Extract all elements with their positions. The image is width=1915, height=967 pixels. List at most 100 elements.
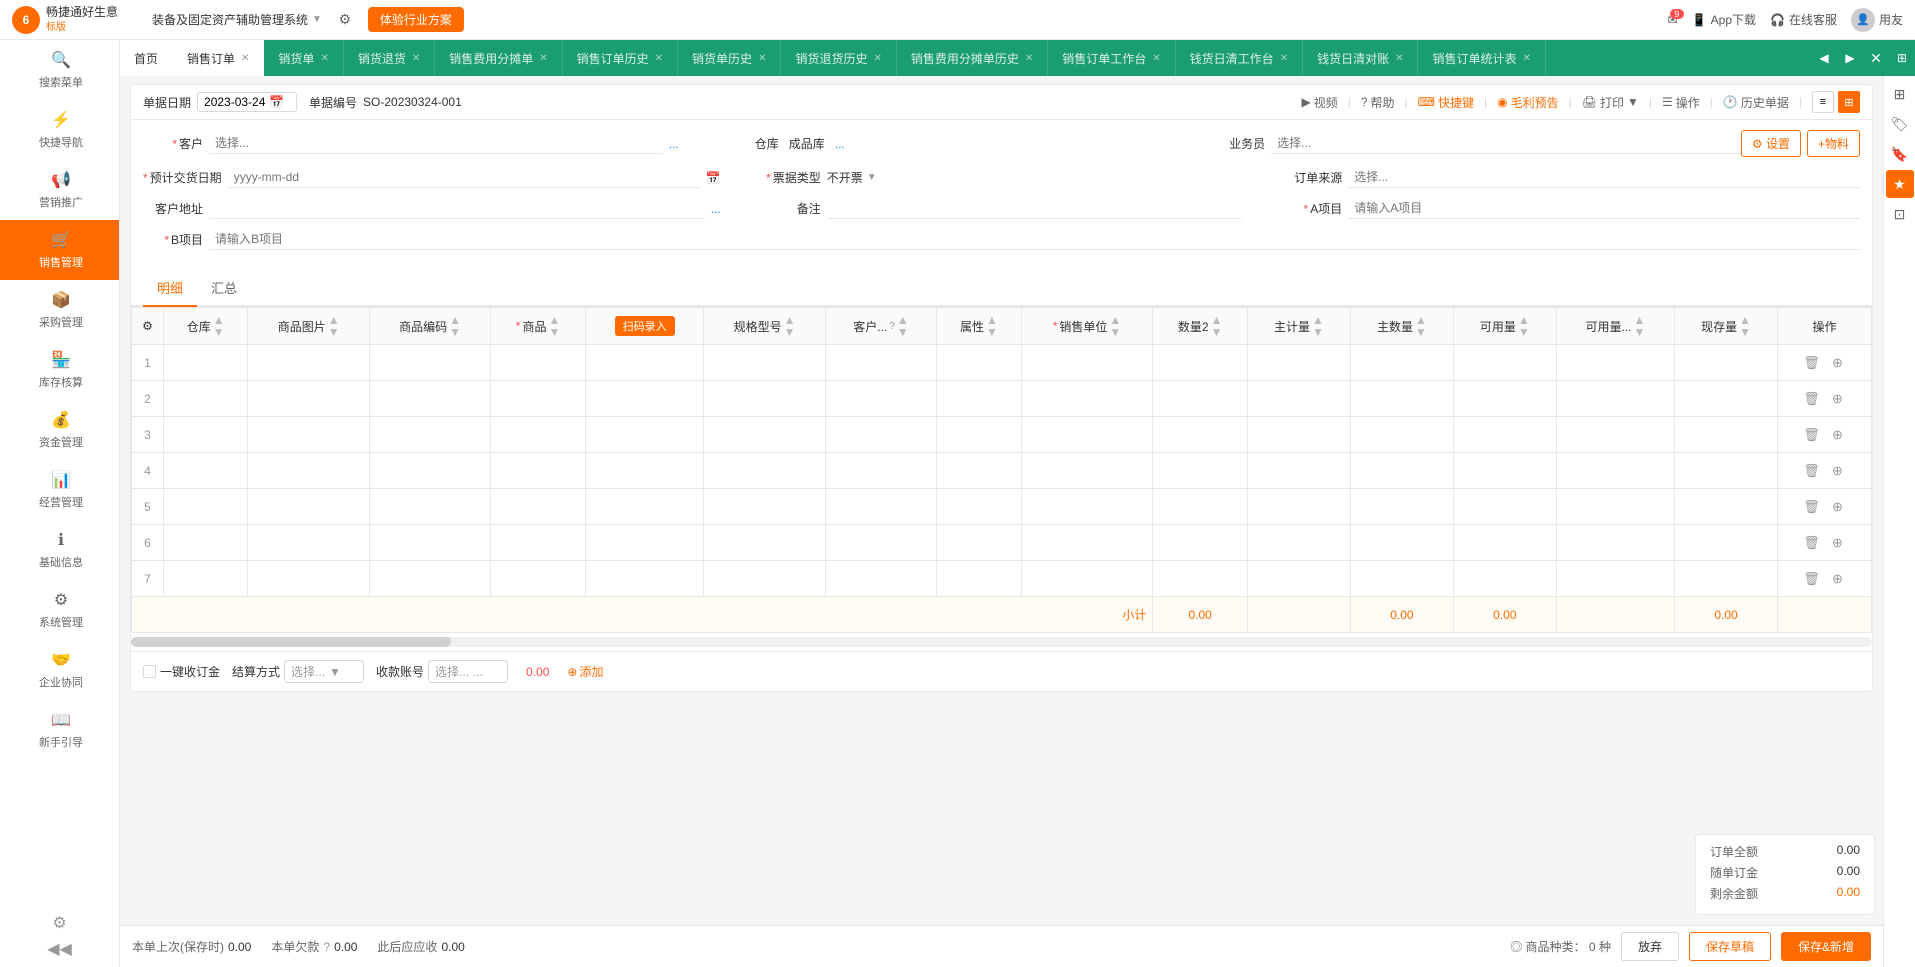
tab-expense-history-close[interactable]: ✕ (1025, 53, 1033, 64)
row-3-delete-button[interactable]: 🗑 (1801, 424, 1823, 446)
customer-address-dots-button[interactable]: ... (711, 202, 721, 216)
settings-gear-button[interactable]: ⚙ (332, 7, 358, 33)
row-2-delete-button[interactable]: 🗑 (1801, 388, 1823, 410)
tab-sales-invoice-close[interactable]: ✕ (320, 53, 328, 64)
right-sidebar-star-button[interactable]: ★ (1886, 170, 1914, 198)
row-3-copy-button[interactable]: ⊕ (1827, 424, 1849, 446)
tab-sales-return[interactable]: 销货退货 ✕ (344, 40, 435, 76)
history-doc-button[interactable]: 🕐 历史单据 (1723, 94, 1789, 111)
right-sidebar-tag-button[interactable]: 🏷 (1886, 110, 1914, 138)
help-button[interactable]: ? 帮助 (1361, 94, 1395, 111)
row-2-copy-button[interactable]: ⊕ (1827, 388, 1849, 410)
tab-invoice-history[interactable]: 销货单历史 ✕ (678, 40, 781, 76)
shortcut-button[interactable]: ⌨ 快捷键 (1418, 94, 1474, 111)
online-support-button[interactable]: 🎧 在线客服 (1770, 11, 1837, 28)
account-dots-button[interactable]: ... (473, 665, 483, 679)
sidebar-item-search[interactable]: 🔍 搜索菜单 (0, 40, 119, 100)
a-project-input[interactable] (1348, 198, 1860, 219)
profit-preview-button[interactable]: ◉ 毛利预告 (1497, 94, 1559, 111)
tab-sales-expense-close[interactable]: ✕ (539, 53, 547, 64)
list-view-button[interactable]: ≡ (1812, 91, 1834, 113)
b-project-input[interactable] (209, 229, 1860, 250)
sidebar-item-system[interactable]: ⚙ 系统管理 (0, 580, 119, 640)
sidebar-item-quick-nav[interactable]: ⚡ 快捷导航 (0, 100, 119, 160)
invoice-type-select[interactable]: 不开票 ▼ (827, 169, 1242, 186)
sidebar-gear-button[interactable]: ⚙ (52, 913, 66, 933)
tab-return-history-close[interactable]: ✕ (873, 53, 881, 64)
sidebar-item-tutorial[interactable]: 📖 新手引导 (0, 700, 119, 760)
view-video-button[interactable]: ▶ 视频 (1301, 94, 1337, 111)
app-download-button[interactable]: 📱 App下载 (1692, 11, 1756, 28)
order-source-input[interactable] (1348, 167, 1860, 188)
row-1-delete-button[interactable]: 🗑 (1801, 352, 1823, 374)
row-4-copy-button[interactable]: ⊕ (1827, 460, 1849, 482)
message-button[interactable]: ✉ 9 (1668, 13, 1678, 27)
customer-dots-button[interactable]: ... (669, 137, 679, 151)
add-material-button[interactable]: +物料 (1807, 130, 1860, 157)
sidebar-item-purchase[interactable]: 📦 采购管理 (0, 280, 119, 340)
solution-button[interactable]: 体验行业方案 (368, 7, 464, 32)
customer-code-help-icon[interactable]: ? (889, 321, 895, 332)
nav-next-button[interactable]: ▶ (1837, 40, 1863, 76)
sidebar-item-marketing[interactable]: 📢 营销推广 (0, 160, 119, 220)
row-6-delete-button[interactable]: 🗑 (1801, 532, 1823, 554)
staff-input[interactable] (1271, 133, 1741, 154)
grid-view-button[interactable]: ⊞ (1838, 91, 1860, 113)
tab-sales-order-history-close[interactable]: ✕ (655, 53, 663, 64)
row-5-copy-button[interactable]: ⊕ (1827, 496, 1849, 518)
warehouse-dots-button[interactable]: ... (835, 137, 845, 151)
row-1-copy-button[interactable]: ⊕ (1827, 352, 1849, 374)
tab-summary[interactable]: 汇总 (197, 270, 251, 307)
sidebar-item-sales[interactable]: 🛒 销售管理 (0, 220, 119, 280)
one-click-payment-checkbox[interactable]: 一键收订金 (143, 663, 220, 680)
tab-detail[interactable]: 明细 (143, 270, 197, 307)
save-draft-button[interactable]: 保存草稿 (1689, 932, 1771, 961)
settings-button[interactable]: ⚙ 设置 (1741, 130, 1801, 157)
nav-close-all-button[interactable]: ✕ (1863, 40, 1889, 76)
row-7-copy-button[interactable]: ⊕ (1827, 568, 1849, 590)
right-sidebar-bookmark-button[interactable]: 🔖 (1886, 140, 1914, 168)
row-5-delete-button[interactable]: 🗑 (1801, 496, 1823, 518)
scan-entry-button[interactable]: 扫码录入 (615, 316, 675, 336)
tab-sales-stats-close[interactable]: ✕ (1523, 53, 1531, 64)
nav-expand-button[interactable]: ⊞ (1889, 40, 1915, 76)
right-sidebar-qr-button[interactable]: ⊡ (1886, 200, 1914, 228)
delivery-date-input[interactable] (228, 167, 700, 188)
sidebar-item-finance[interactable]: 💰 资金管理 (0, 400, 119, 460)
discard-button[interactable]: 放弃 (1621, 932, 1679, 961)
sidebar-item-inventory[interactable]: 🏪 库存核算 (0, 340, 119, 400)
tab-expense-history[interactable]: 销售费用分摊单历史 ✕ (897, 40, 1048, 76)
tab-order-workbench-close[interactable]: ✕ (1152, 53, 1160, 64)
tab-sales-expense[interactable]: 销售费用分摊单 ✕ (435, 40, 562, 76)
right-sidebar-grid-button[interactable]: ⊞ (1886, 80, 1914, 108)
tab-sales-order-close[interactable]: ✕ (241, 53, 249, 64)
save-new-button[interactable]: 保存&新增 (1781, 932, 1871, 961)
payment-method-select[interactable]: 选择... ▼ (284, 660, 364, 683)
account-select[interactable]: 选择... ... (428, 660, 508, 683)
tab-return-history[interactable]: 销货退货历史 ✕ (781, 40, 896, 76)
remark-input[interactable] (827, 198, 1242, 219)
tab-cash-workbench[interactable]: 钱货日清工作台 ✕ (1176, 40, 1303, 76)
add-payment-button[interactable]: ⊕ 添加 (567, 663, 603, 680)
operations-button[interactable]: ☰ 操作 (1662, 94, 1700, 111)
tab-sales-stats[interactable]: 销售订单统计表 ✕ (1418, 40, 1545, 76)
tab-sales-invoice[interactable]: 销货单 ✕ (264, 40, 343, 76)
sidebar-collapse-button[interactable]: ◀◀ (47, 939, 72, 959)
sidebar-item-basic-info[interactable]: ℹ 基础信息 (0, 520, 119, 580)
customer-address-input[interactable] (209, 198, 705, 219)
print-button[interactable]: 🖨 打印 ▼ (1582, 94, 1639, 111)
row-6-copy-button[interactable]: ⊕ (1827, 532, 1849, 554)
row-7-delete-button[interactable]: 🗑 (1801, 568, 1823, 590)
tab-invoice-history-close[interactable]: ✕ (758, 53, 766, 64)
tab-cash-workbench-close[interactable]: ✕ (1280, 53, 1288, 64)
customer-input[interactable] (209, 133, 663, 154)
tab-home[interactable]: 首页 (120, 40, 173, 76)
tab-sales-return-close[interactable]: ✕ (412, 53, 420, 64)
th-settings[interactable]: ⚙ (132, 308, 164, 345)
sidebar-item-collaboration[interactable]: 🤝 企业协同 (0, 640, 119, 700)
row-4-delete-button[interactable]: 🗑 (1801, 460, 1823, 482)
sidebar-item-operations[interactable]: 📊 经营管理 (0, 460, 119, 520)
nav-prev-button[interactable]: ◀ (1811, 40, 1837, 76)
table-scrollbar[interactable] (131, 637, 1872, 647)
tab-cash-reconcile-close[interactable]: ✕ (1395, 53, 1403, 64)
